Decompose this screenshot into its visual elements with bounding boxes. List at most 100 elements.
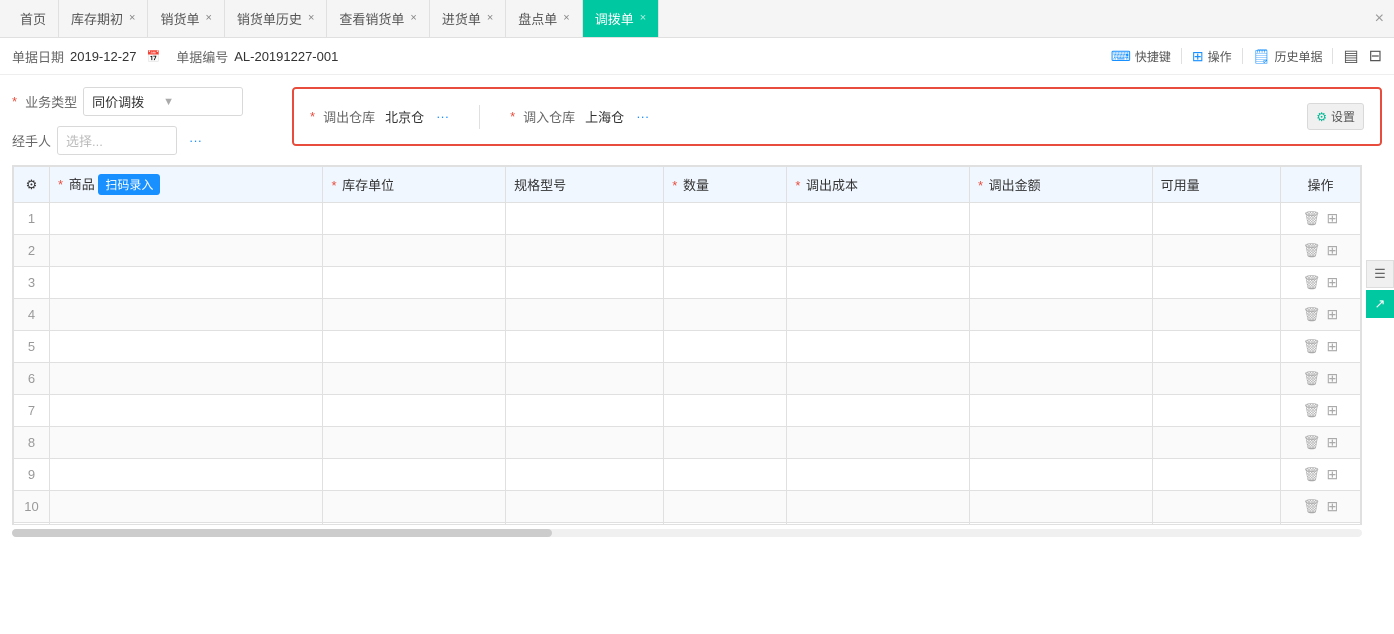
- cell-unit[interactable]: [323, 299, 506, 331]
- cell-spec[interactable]: [506, 267, 664, 299]
- out-warehouse-more[interactable]: ···: [436, 109, 449, 124]
- delete-icon[interactable]: 🗑: [1303, 466, 1321, 483]
- copy-icon[interactable]: ⊞: [1327, 338, 1339, 355]
- in-warehouse-more[interactable]: ···: [636, 109, 649, 124]
- cell-goods[interactable]: [50, 459, 323, 491]
- cell-goods[interactable]: [50, 363, 323, 395]
- tab-close-inventory-init[interactable]: ×: [129, 13, 135, 24]
- cell-amount[interactable]: [969, 459, 1152, 491]
- tab-close-purchase-order[interactable]: ×: [487, 13, 493, 24]
- cell-spec[interactable]: [506, 491, 664, 523]
- cell-available[interactable]: [1152, 331, 1280, 363]
- cell-cost[interactable]: [787, 491, 970, 523]
- delete-icon[interactable]: 🗑: [1303, 306, 1321, 323]
- cell-cost[interactable]: [787, 363, 970, 395]
- settings-button[interactable]: ⚙ 设置: [1307, 103, 1364, 130]
- cell-amount[interactable]: [969, 363, 1152, 395]
- tab-sales-order[interactable]: 销货单 ×: [148, 0, 224, 37]
- cell-available[interactable]: [1152, 427, 1280, 459]
- cell-qty[interactable]: [664, 267, 787, 299]
- cell-amount[interactable]: [969, 523, 1152, 526]
- cell-goods[interactable]: [50, 427, 323, 459]
- tab-close-sales-history[interactable]: ×: [308, 13, 314, 24]
- copy-icon[interactable]: ⊞: [1327, 498, 1339, 515]
- tab-purchase-order[interactable]: 进货单 ×: [430, 0, 506, 37]
- cell-qty[interactable]: [664, 363, 787, 395]
- cell-available[interactable]: [1152, 491, 1280, 523]
- scroll-hint[interactable]: [12, 529, 1362, 537]
- cell-cost[interactable]: [787, 331, 970, 363]
- tab-close-transfer-order[interactable]: ×: [640, 13, 646, 24]
- cell-cost[interactable]: [787, 267, 970, 299]
- delete-icon[interactable]: 🗑: [1303, 370, 1321, 387]
- cell-available[interactable]: [1152, 363, 1280, 395]
- operation-button[interactable]: ⊞ 操作: [1192, 48, 1232, 65]
- business-type-select[interactable]: 同价调拨 ▼: [83, 87, 243, 116]
- cell-qty[interactable]: [664, 235, 787, 267]
- cell-amount[interactable]: [969, 235, 1152, 267]
- cell-unit[interactable]: [323, 427, 506, 459]
- delete-icon[interactable]: 🗑: [1303, 338, 1321, 355]
- delete-icon[interactable]: 🗑: [1303, 434, 1321, 451]
- cell-goods[interactable]: [50, 267, 323, 299]
- cell-goods[interactable]: [50, 491, 323, 523]
- cell-cost[interactable]: [787, 395, 970, 427]
- cell-amount[interactable]: [969, 491, 1152, 523]
- copy-icon[interactable]: ⊞: [1327, 370, 1339, 387]
- table-gear-col[interactable]: ⚙: [14, 167, 50, 203]
- cell-spec[interactable]: [506, 395, 664, 427]
- cell-available[interactable]: [1152, 395, 1280, 427]
- cell-unit[interactable]: [323, 267, 506, 299]
- cell-spec[interactable]: [506, 299, 664, 331]
- cell-spec[interactable]: [506, 427, 664, 459]
- cell-available[interactable]: [1152, 299, 1280, 331]
- history-button[interactable]: 🗒 历史单据: [1253, 48, 1323, 65]
- cell-available[interactable]: [1152, 267, 1280, 299]
- cell-cost[interactable]: [787, 459, 970, 491]
- cell-amount[interactable]: [969, 427, 1152, 459]
- cell-unit[interactable]: [323, 395, 506, 427]
- cell-cost[interactable]: [787, 235, 970, 267]
- cell-amount[interactable]: [969, 299, 1152, 331]
- side-export-icon[interactable]: ↗: [1366, 290, 1394, 318]
- layout-button2[interactable]: ⊟: [1369, 46, 1382, 66]
- cell-qty[interactable]: [664, 203, 787, 235]
- cell-cost[interactable]: [787, 203, 970, 235]
- tab-view-sales[interactable]: 查看销货单 ×: [327, 0, 429, 37]
- cell-available[interactable]: [1152, 203, 1280, 235]
- copy-icon[interactable]: ⊞: [1327, 466, 1339, 483]
- person-more-icon[interactable]: ···: [189, 133, 202, 148]
- tab-close-sales-order[interactable]: ×: [205, 13, 211, 24]
- cell-goods[interactable]: [50, 523, 323, 526]
- cell-goods[interactable]: [50, 395, 323, 427]
- cell-spec[interactable]: [506, 459, 664, 491]
- cell-unit[interactable]: [323, 523, 506, 526]
- cell-amount[interactable]: [969, 267, 1152, 299]
- cell-qty[interactable]: [664, 299, 787, 331]
- tab-inventory-check[interactable]: 盘点单 ×: [506, 0, 582, 37]
- cell-spec[interactable]: [506, 331, 664, 363]
- cell-unit[interactable]: [323, 491, 506, 523]
- person-select[interactable]: 选择...: [57, 126, 177, 155]
- cell-qty[interactable]: [664, 523, 787, 526]
- close-window-button[interactable]: ×: [1375, 10, 1384, 28]
- copy-icon[interactable]: ⊞: [1327, 402, 1339, 419]
- cell-unit[interactable]: [323, 203, 506, 235]
- cell-goods[interactable]: [50, 331, 323, 363]
- copy-icon[interactable]: ⊞: [1327, 242, 1339, 259]
- copy-icon[interactable]: ⊞: [1327, 434, 1339, 451]
- cell-qty[interactable]: [664, 491, 787, 523]
- cell-amount[interactable]: [969, 331, 1152, 363]
- cell-qty[interactable]: [664, 427, 787, 459]
- scan-button[interactable]: 扫码录入: [98, 174, 160, 195]
- copy-icon[interactable]: ⊞: [1327, 306, 1339, 323]
- cell-unit[interactable]: [323, 363, 506, 395]
- cell-available[interactable]: [1152, 235, 1280, 267]
- delete-icon[interactable]: 🗑: [1303, 210, 1321, 227]
- tab-close-inventory-check[interactable]: ×: [563, 13, 569, 24]
- delete-icon[interactable]: 🗑: [1303, 498, 1321, 515]
- tab-transfer-order[interactable]: 调拨单 ×: [583, 0, 659, 37]
- delete-icon[interactable]: 🗑: [1303, 402, 1321, 419]
- cell-qty[interactable]: [664, 459, 787, 491]
- cell-unit[interactable]: [323, 459, 506, 491]
